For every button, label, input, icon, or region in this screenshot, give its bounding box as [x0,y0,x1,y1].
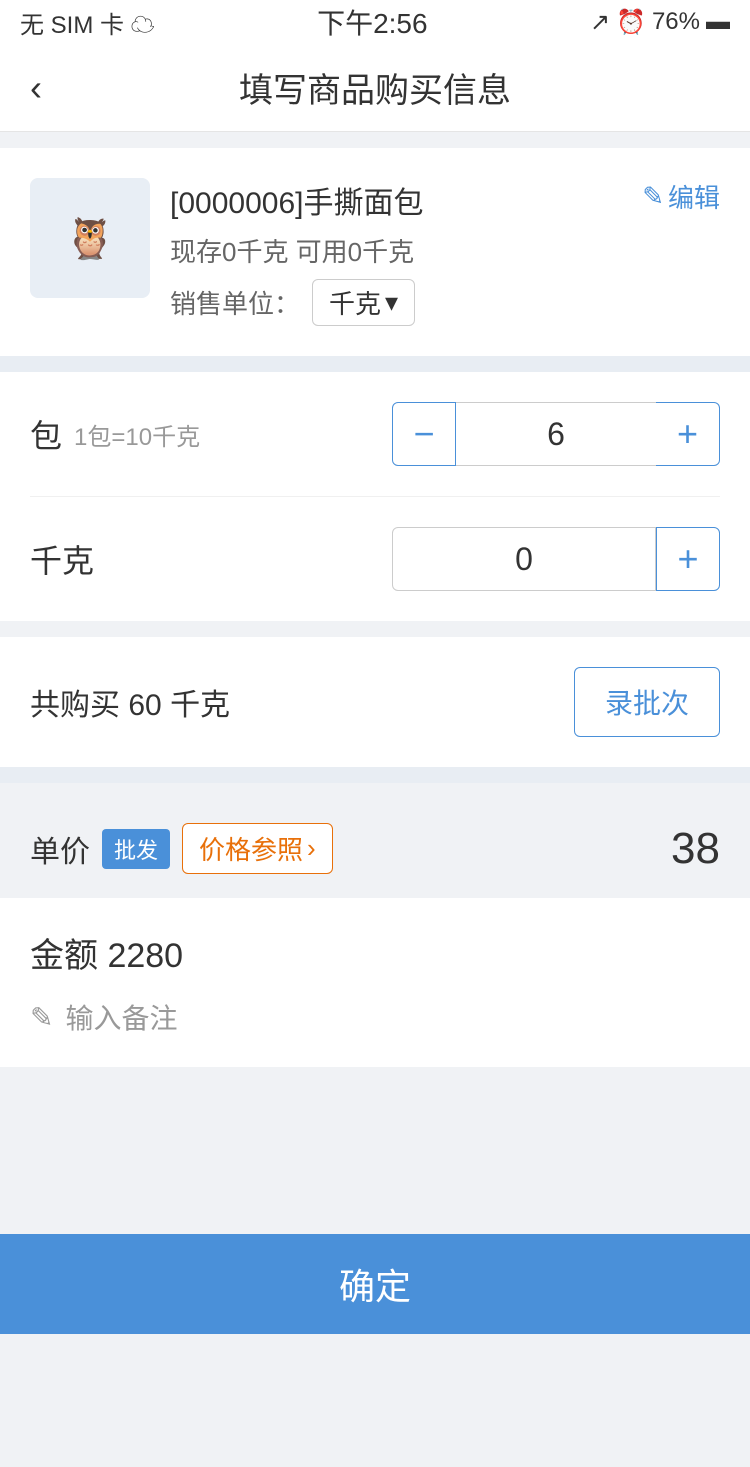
amount-row: 金额 2280 [30,928,720,977]
kg-label: 千克 [30,536,94,582]
price-value: 38 [671,824,720,874]
chevron-right-icon: › [307,833,316,864]
status-bar: 无 SIM 卡 ☁ 下午2:56 ↗ ⏰ 76% ▬ [0,0,750,44]
price-ref-button[interactable]: 价格参照 › [182,823,333,874]
bao-row: 包 1包=10千克 − + [30,372,720,497]
status-right: ↗ ⏰ 76% ▬ [590,8,730,37]
price-row: 单价 批发 价格参照 › 38 [30,823,720,874]
section-divider-1 [0,356,750,372]
total-text: 共购买 60 千克 [30,680,230,724]
product-logo: 🦉 [65,215,115,262]
price-section: 单价 批发 价格参照 › 38 [0,799,750,898]
kg-quantity-input[interactable] [392,527,656,591]
nav-bar: ‹ 填写商品购买信息 [0,44,750,132]
edit-button[interactable]: ✎ 编辑 [642,178,720,215]
product-name: [0000006]手撕面包 [170,178,720,222]
price-label: 单价 批发 价格参照 › [30,823,333,874]
chevron-down-icon: ▾ [385,287,398,318]
kg-increase-button[interactable]: + [656,527,720,591]
total-amount: 60 [128,689,170,722]
product-unit-row: 销售单位： 千克 ▾ [170,279,720,326]
bao-increase-button[interactable]: + [656,402,720,466]
kg-quantity-control: + [392,527,720,591]
battery-level: 76% [652,8,700,36]
unit-label: 销售单位： [170,284,300,321]
section-divider-2 [0,767,750,783]
bao-label: 包 1包=10千克 [30,411,200,457]
product-card: 🦉 [0000006]手撕面包 现存0千克 可用0千克 销售单位： 千克 ▾ ✎… [0,148,750,356]
remark-placeholder: 输入备注 [65,997,177,1037]
bao-hint: 1包=10千克 [74,417,200,452]
bao-quantity-input[interactable] [456,402,656,466]
bao-input-section: 包 1包=10千克 − + 千克 + [0,372,750,621]
bao-decrease-button[interactable]: − [392,402,456,466]
back-button[interactable]: ‹ [30,67,42,109]
sim-status: 无 SIM 卡 ☁ [20,5,155,40]
kg-row: 千克 + [30,497,720,621]
edit-icon: ✎ [642,181,664,212]
remark-row[interactable]: ✎ 输入备注 [30,997,720,1037]
record-batch-button[interactable]: 录批次 [574,667,720,737]
total-row: 共购买 60 千克 录批次 [0,637,750,767]
amount-section: 金额 2280 ✎ 输入备注 [0,898,750,1067]
unit-select[interactable]: 千克 ▾ [312,279,415,326]
alarm-icon: ⏰ [616,8,646,37]
status-left: 无 SIM 卡 ☁ [20,5,155,40]
pencil-icon: ✎ [30,1001,53,1034]
amount-value: 2280 [107,937,183,975]
location-icon: ↗ [590,8,610,37]
price-tag: 批发 [102,829,170,869]
bao-quantity-control: − + [392,402,720,466]
confirm-button[interactable]: 确定 [0,1234,750,1334]
battery-icon: ▬ [706,8,730,36]
product-stock: 现存0千克 可用0千克 [170,232,720,269]
status-time: 下午2:56 [317,2,428,42]
product-image: 🦉 [30,178,150,298]
page-title: 填写商品购买信息 [239,63,511,112]
product-info: [0000006]手撕面包 现存0千克 可用0千克 销售单位： 千克 ▾ [170,178,720,326]
